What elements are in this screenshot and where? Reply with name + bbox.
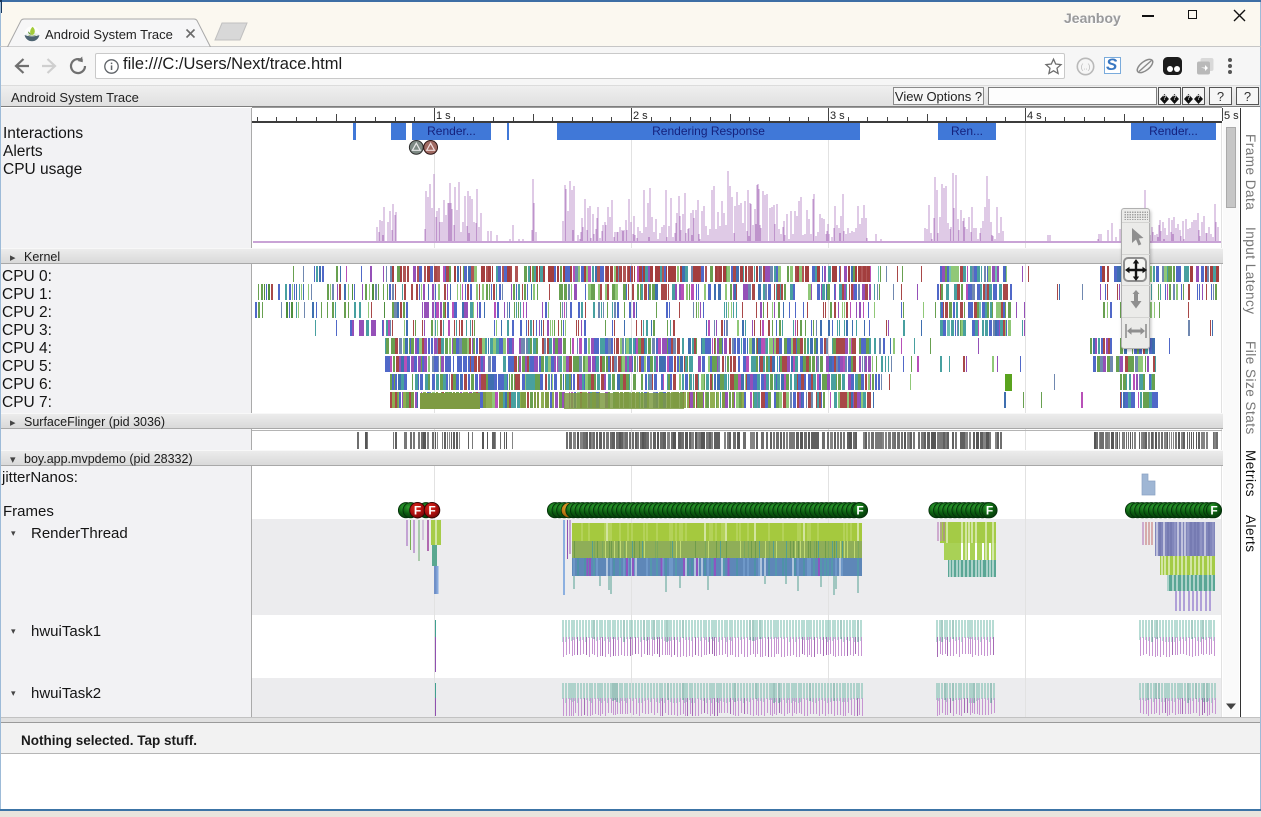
svg-text:F: F bbox=[1210, 503, 1217, 517]
svg-text:F: F bbox=[414, 504, 421, 518]
svg-text:F: F bbox=[986, 503, 993, 517]
svg-text:F: F bbox=[428, 504, 435, 518]
svg-text:(..): (..) bbox=[1081, 63, 1091, 72]
svg-text:F: F bbox=[856, 503, 863, 517]
